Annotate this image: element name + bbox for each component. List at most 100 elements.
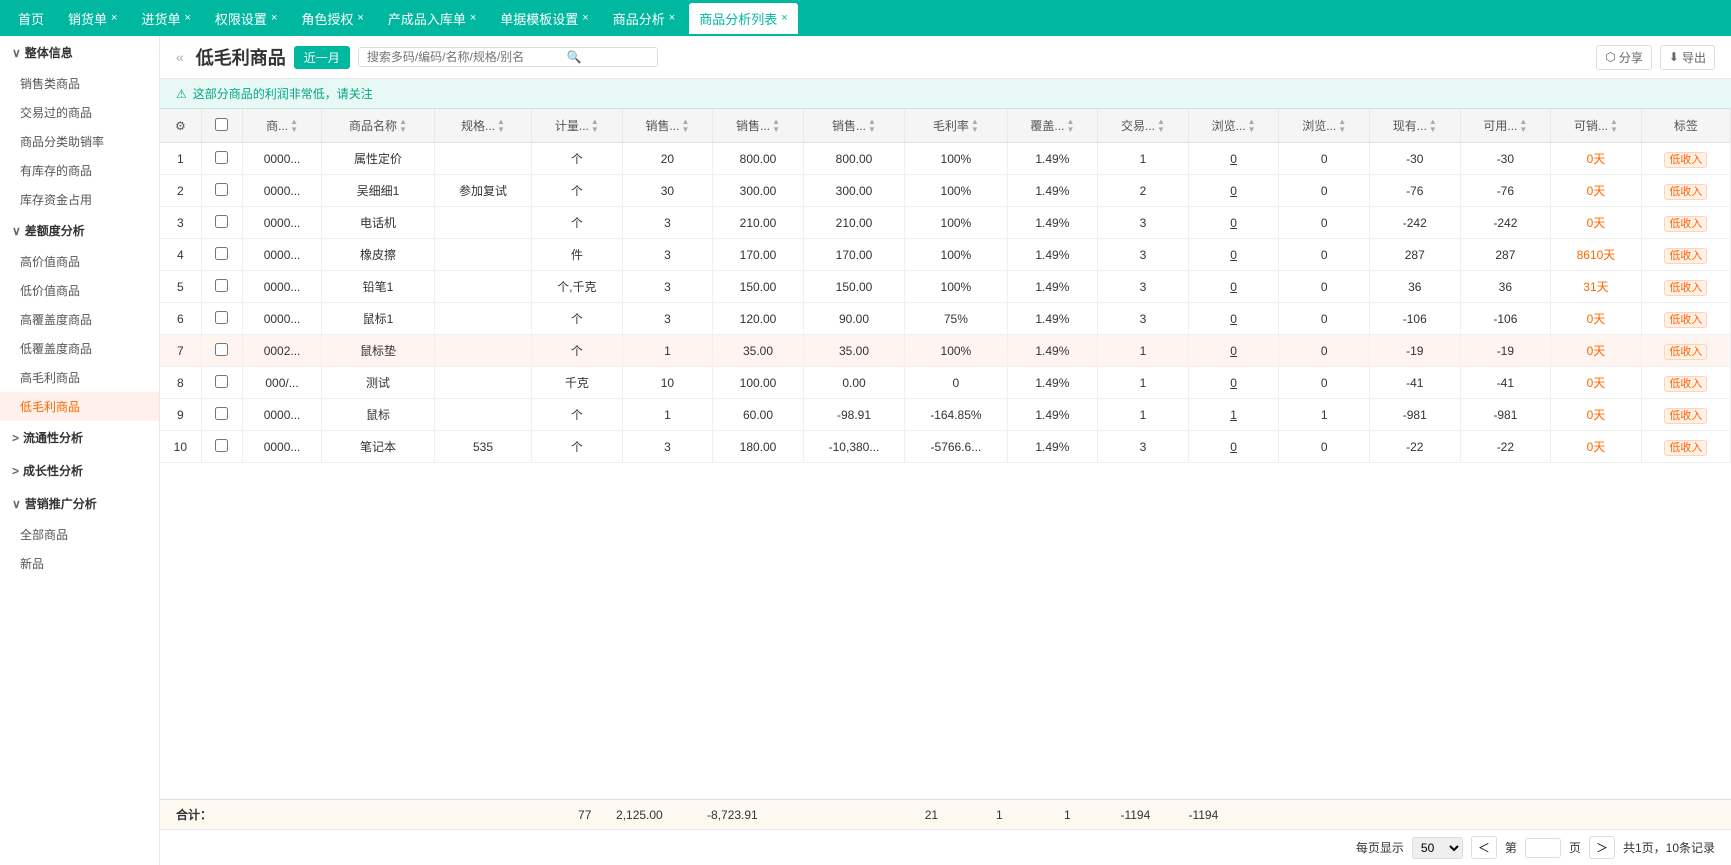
row-checkbox[interactable] (201, 175, 242, 207)
row-browse1-link[interactable]: 1 (1230, 408, 1237, 422)
sidebar-item-交易过的商品[interactable]: 交易过的商品 (0, 98, 159, 127)
sidebar-group-成长性分析[interactable]: >成长性分析 (0, 454, 159, 487)
export-button[interactable]: ⬇ 导出 (1660, 45, 1715, 70)
row-browse1-link[interactable]: 0 (1230, 344, 1237, 358)
nav-item-单据模板设置[interactable]: 单据模板设置× (490, 3, 598, 34)
row-browse1[interactable]: 0 (1188, 335, 1279, 367)
col-header-gross_margin[interactable]: 毛利率▲▼ (905, 109, 1007, 143)
row-checkbox-input[interactable] (215, 279, 228, 292)
collapse-sidebar-btn[interactable]: « (176, 49, 184, 65)
nav-item-首页[interactable]: 首页 (8, 3, 54, 34)
col-header-name[interactable]: 商品名称▲▼ (322, 109, 435, 143)
sidebar-item-低覆盖度商品[interactable]: 低覆盖度商品 (0, 334, 159, 363)
sidebar-item-高覆盖度商品[interactable]: 高覆盖度商品 (0, 305, 159, 334)
sidebar-item-有库存的商品[interactable]: 有库存的商品 (0, 156, 159, 185)
row-checkbox[interactable] (201, 367, 242, 399)
next-page-btn[interactable]: ＞ (1589, 836, 1615, 859)
select-all-checkbox[interactable] (215, 118, 228, 131)
row-browse1[interactable]: 0 (1188, 271, 1279, 303)
row-browse1[interactable]: 0 (1188, 431, 1279, 463)
row-browse1-link[interactable]: 0 (1230, 280, 1237, 294)
row-browse1-link[interactable]: 0 (1230, 312, 1237, 326)
row-browse1-link[interactable]: 0 (1230, 216, 1237, 230)
row-browse1-link[interactable]: 0 (1230, 184, 1237, 198)
nav-item-权限设置[interactable]: 权限设置× (205, 3, 287, 34)
row-browse1-link[interactable]: 0 (1230, 248, 1237, 262)
sidebar-group-营销推广分析[interactable]: ∨营销推广分析 (0, 487, 159, 520)
row-checkbox-input[interactable] (215, 439, 228, 452)
col-header-transactions[interactable]: 交易...▲▼ (1098, 109, 1189, 143)
row-checkbox[interactable] (201, 335, 242, 367)
col-header-available[interactable]: 可用...▲▼ (1460, 109, 1551, 143)
row-checkbox-input[interactable] (215, 407, 228, 420)
row-checkbox-input[interactable] (215, 311, 228, 324)
nav-close-icon[interactable]: × (470, 12, 476, 24)
share-button[interactable]: ⬡ 分享 (1596, 45, 1652, 70)
nav-close-icon[interactable]: × (582, 12, 588, 24)
filter-recent-month-btn[interactable]: 近一月 (294, 46, 350, 69)
nav-item-产成品入库单[interactable]: 产成品入库单× (378, 3, 486, 34)
col-header-browse1[interactable]: 浏览...▲▼ (1188, 109, 1279, 143)
search-icon[interactable]: 🔍 (567, 50, 582, 64)
col-header-sales_qty[interactable]: 销售...▲▼ (622, 109, 713, 143)
nav-close-icon[interactable]: × (781, 12, 787, 24)
prev-page-btn[interactable]: ＜ (1471, 836, 1497, 859)
sidebar-item-低价值商品[interactable]: 低价值商品 (0, 276, 159, 305)
row-browse1[interactable]: 0 (1188, 143, 1279, 175)
row-checkbox[interactable] (201, 271, 242, 303)
row-browse1[interactable]: 0 (1188, 207, 1279, 239)
row-checkbox[interactable] (201, 239, 242, 271)
row-checkbox[interactable] (201, 303, 242, 335)
sidebar-item-高毛利商品[interactable]: 高毛利商品 (0, 363, 159, 392)
row-checkbox[interactable] (201, 143, 242, 175)
row-browse1[interactable]: 0 (1188, 175, 1279, 207)
row-browse1[interactable]: 0 (1188, 303, 1279, 335)
col-header-current_stock[interactable]: 现有...▲▼ (1369, 109, 1460, 143)
row-checkbox[interactable] (201, 207, 242, 239)
nav-item-销货单[interactable]: 销货单× (58, 3, 127, 34)
nav-item-商品分析列表[interactable]: 商品分析列表× (689, 3, 797, 34)
sidebar-group-流通性分析[interactable]: >流通性分析 (0, 421, 159, 454)
nav-close-icon[interactable]: × (271, 12, 277, 24)
col-header-coverage[interactable]: 覆盖...▲▼ (1007, 109, 1098, 143)
settings-icon[interactable]: ⚙ (175, 119, 186, 133)
nav-item-商品分析[interactable]: 商品分析× (603, 3, 685, 34)
sidebar-item-库存资金占用[interactable]: 库存资金占用 (0, 185, 159, 214)
row-checkbox-input[interactable] (215, 215, 228, 228)
row-checkbox-input[interactable] (215, 343, 228, 356)
row-checkbox-input[interactable] (215, 151, 228, 164)
sidebar-item-新品[interactable]: 新品 (0, 549, 159, 578)
col-header-sales_amount[interactable]: 销售...▲▼ (713, 109, 804, 143)
col-header-sales_profit[interactable]: 销售...▲▼ (803, 109, 904, 143)
nav-close-icon[interactable]: × (184, 12, 190, 24)
row-checkbox-input[interactable] (215, 247, 228, 260)
row-checkbox[interactable] (201, 399, 242, 431)
sidebar-item-高价值商品[interactable]: 高价值商品 (0, 247, 159, 276)
nav-item-角色授权[interactable]: 角色授权× (291, 3, 373, 34)
row-checkbox-input[interactable] (215, 375, 228, 388)
nav-close-icon[interactable]: × (357, 12, 363, 24)
nav-item-进货单[interactable]: 进货单× (131, 3, 200, 34)
sidebar-item-商品分类助销率[interactable]: 商品分类助销率 (0, 127, 159, 156)
col-header-unit[interactable]: 计量...▲▼ (532, 109, 623, 143)
col-header-sellable[interactable]: 可销...▲▼ (1551, 109, 1642, 143)
row-browse1-link[interactable]: 0 (1230, 440, 1237, 454)
row-checkbox[interactable] (201, 431, 242, 463)
row-browse1-link[interactable]: 0 (1230, 376, 1237, 390)
col-header-code[interactable]: 商...▲▼ (243, 109, 322, 143)
search-input[interactable] (367, 50, 567, 64)
sidebar-item-低毛利商品[interactable]: 低毛利商品 (0, 392, 159, 421)
page-number-input[interactable]: 1 (1525, 838, 1561, 858)
per-page-select[interactable]: 102050100 (1412, 837, 1463, 859)
col-header-spec[interactable]: 规格...▲▼ (434, 109, 531, 143)
row-browse1[interactable]: 1 (1188, 399, 1279, 431)
sidebar-group-差额度分析[interactable]: ∨差额度分析 (0, 214, 159, 247)
sidebar-group-整体信息[interactable]: ∨整体信息 (0, 36, 159, 69)
nav-close-icon[interactable]: × (111, 12, 117, 24)
row-browse1[interactable]: 0 (1188, 367, 1279, 399)
sidebar-item-全部商品[interactable]: 全部商品 (0, 520, 159, 549)
row-browse1-link[interactable]: 0 (1230, 152, 1237, 166)
col-header-browse2[interactable]: 浏览...▲▼ (1279, 109, 1370, 143)
nav-close-icon[interactable]: × (669, 12, 675, 24)
row-browse1[interactable]: 0 (1188, 239, 1279, 271)
